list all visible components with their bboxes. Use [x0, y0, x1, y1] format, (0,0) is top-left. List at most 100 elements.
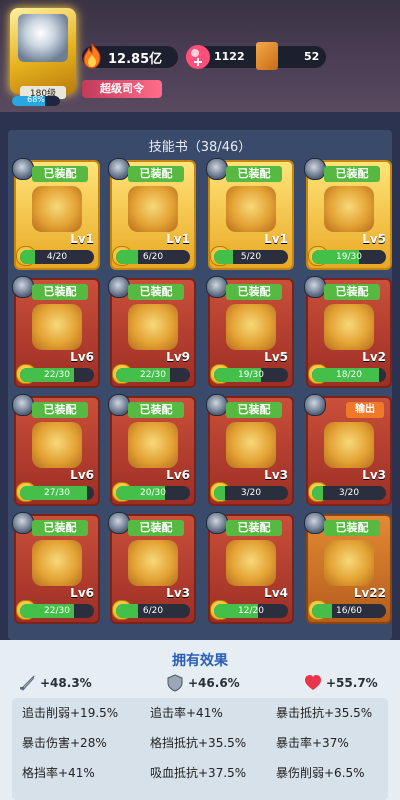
skill-art-icon: [226, 186, 276, 232]
card-level: Lv6: [70, 468, 94, 482]
skill-book-card[interactable]: 已装配 Lv1 6/20: [108, 158, 196, 270]
equipped-badge: 已装配: [32, 166, 88, 182]
card-progress-bar: 19/30: [214, 368, 288, 382]
card-progress-text: 19/30: [336, 252, 362, 262]
owned-effects-title: 拥有效果: [172, 653, 228, 669]
skill-book-card[interactable]: 已装配 Lv9 22/30: [108, 276, 196, 388]
hero-avatar-icon: [304, 158, 326, 180]
card-level: Lv5: [264, 350, 288, 364]
card-level: Lv3: [166, 586, 190, 600]
hero-avatar-icon: [108, 276, 130, 298]
gem-amount: 1122: [214, 50, 245, 63]
card-progress-bar: 3/20: [214, 486, 288, 500]
effect-cell: 追击削弱+19.5%: [22, 706, 119, 720]
skill-book-card[interactable]: 已装配 Lv22 16/60: [304, 512, 392, 624]
card-progress-bar: 19/30: [312, 250, 386, 264]
effect-cell: 格挡率+41%: [22, 766, 95, 780]
hero-avatar-icon: [206, 512, 228, 534]
skill-book-card[interactable]: 已装配 Lv1 5/20: [206, 158, 294, 270]
book-amount: 52: [304, 50, 320, 63]
skill-art-icon: [32, 540, 82, 586]
hero-avatar-icon: [12, 512, 34, 534]
hero-avatar-icon: [206, 276, 228, 298]
hero-avatar-icon: [108, 512, 130, 534]
effect-cell: 追击率+41%: [150, 706, 223, 720]
skill-art-icon: [226, 304, 276, 350]
skill-book-card[interactable]: 已装配 Lv6 27/30: [12, 394, 100, 506]
skill-book-card[interactable]: 已装配 Lv6 20/30: [108, 394, 196, 506]
skill-art-icon: [324, 540, 374, 586]
equipped-badge: 已装配: [32, 520, 88, 536]
skill-art-icon: [324, 186, 374, 232]
sum-defense-text: +46.6%: [188, 676, 240, 690]
card-progress-text: 19/30: [238, 370, 264, 380]
skill-art-icon: [226, 540, 276, 586]
hero-avatar-icon: [12, 158, 34, 180]
skill-book-card[interactable]: 输出 Lv3 3/20: [304, 394, 392, 506]
equipped-badge: 已装配: [32, 402, 88, 418]
skill-art-icon: [324, 304, 374, 350]
book-balance[interactable]: 52: [256, 42, 326, 70]
power-display: 12.85亿: [82, 43, 178, 69]
avatar-portrait: [18, 14, 68, 62]
sword-icon: [20, 675, 35, 691]
skill-art-icon: [128, 186, 178, 232]
player-title-badge[interactable]: 超级司令: [82, 80, 162, 98]
hero-avatar-icon: [206, 394, 228, 416]
skill-art-icon: [32, 186, 82, 232]
skill-book-card[interactable]: 已装配 Lv3 6/20: [108, 512, 196, 624]
card-progress-text: 12/20: [238, 606, 264, 616]
table-row: 追击削弱+19.5% 追击率+41% 暴击抵抗+35.5%: [12, 698, 388, 728]
card-progress-text: 18/20: [336, 370, 362, 380]
equipped-badge: 已装配: [226, 166, 282, 182]
owned-effects-panel: 拥有效果 +48.3% +46.6% +55.7% 追击削弱+19.5% 追击率…: [0, 640, 400, 800]
card-level: Lv5: [362, 232, 386, 246]
equipped-badge: 已装配: [128, 402, 184, 418]
shield-icon: [167, 674, 183, 692]
card-progress-text: 3/20: [338, 488, 360, 498]
skill-art-icon: [128, 422, 178, 468]
exp-progress-text: 68%: [27, 96, 45, 104]
equipped-badge: 已装配: [226, 284, 282, 300]
effect-cell: 格挡抵抗+35.5%: [150, 736, 247, 750]
skill-book-card[interactable]: 已装配 Lv2 18/20: [304, 276, 392, 388]
skill-book-card[interactable]: 已装配 Lv4 12/20: [206, 512, 294, 624]
card-progress-text: 22/30: [44, 606, 70, 616]
card-level: Lv9: [166, 350, 190, 364]
top-status-bar: 180级 68% 12.85亿 超级司令 1122 52: [0, 0, 400, 112]
card-level: Lv3: [362, 468, 386, 482]
skillbook-header: 技能书（38/46）: [148, 140, 252, 155]
skill-book-card[interactable]: 已装配 Lv6 22/30: [12, 512, 100, 624]
equipped-badge: 已装配: [128, 520, 184, 536]
skill-art-icon: [128, 304, 178, 350]
gem-balance[interactable]: 1122: [186, 45, 266, 69]
card-progress-text: 27/30: [44, 488, 70, 498]
skill-art-icon: [32, 422, 82, 468]
card-progress-bar: 5/20: [214, 250, 288, 264]
equipped-badge: 已装配: [226, 520, 282, 536]
card-level: Lv6: [70, 586, 94, 600]
output-badge: 输出: [346, 402, 384, 418]
player-avatar[interactable]: 180级: [10, 8, 76, 99]
card-level: Lv22: [353, 586, 386, 600]
card-progress-bar: 22/30: [20, 604, 94, 618]
skill-book-card[interactable]: 已装配 Lv5 19/30: [206, 276, 294, 388]
card-progress-bar: 22/30: [20, 368, 94, 382]
gem-icon: [186, 45, 210, 69]
card-progress-text: 20/30: [140, 488, 166, 498]
equipped-badge: 已装配: [226, 402, 282, 418]
effect-cell: 暴击伤害+28%: [22, 736, 107, 750]
card-progress-text: 4/20: [46, 252, 68, 262]
skill-art-icon: [226, 422, 276, 468]
skill-book-card[interactable]: 已装配 Lv1 4/20: [12, 158, 100, 270]
effect-cell: 暴伤削弱+6.5%: [276, 766, 365, 780]
effect-cell: 吸血抵抗+37.5%: [150, 766, 247, 780]
card-level: Lv1: [264, 232, 288, 246]
skill-book-card[interactable]: 已装配 Lv6 22/30: [12, 276, 100, 388]
exp-progress-bar: 68%: [12, 96, 60, 106]
card-progress-text: 6/20: [142, 606, 164, 616]
equipped-badge: 已装配: [324, 284, 380, 300]
card-progress-text: 3/20: [240, 488, 262, 498]
skill-book-card[interactable]: 已装配 Lv3 3/20: [206, 394, 294, 506]
skill-book-card[interactable]: 已装配 Lv5 19/30: [304, 158, 392, 270]
